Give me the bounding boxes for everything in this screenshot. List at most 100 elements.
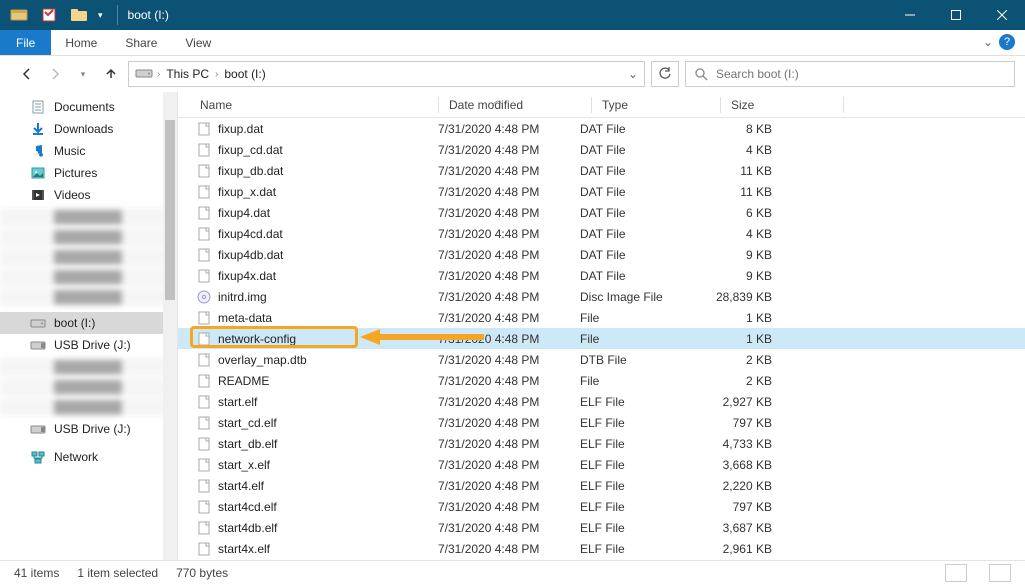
status-count: 41 items [14, 566, 59, 580]
file-row[interactable]: start.elf7/31/2020 4:48 PMELF File2,927 … [178, 391, 1025, 412]
nav-item-documents[interactable]: Documents [0, 96, 177, 118]
picture-icon [30, 165, 46, 181]
nav-item-downloads[interactable]: Downloads [0, 118, 177, 140]
nav-item-redacted[interactable]: ████████ [0, 398, 177, 416]
explorer-icon [8, 4, 30, 26]
network-icon [30, 449, 46, 465]
nav-item-redacted[interactable]: ████████ [0, 358, 177, 376]
file-icon [196, 247, 212, 263]
file-row[interactable]: network-config7/31/2020 4:48 PMFile1 KB [178, 328, 1025, 349]
file-icon [196, 499, 212, 515]
tab-file[interactable]: File [0, 30, 51, 55]
file-date: 7/31/2020 4:48 PM [438, 395, 580, 409]
file-size: 6 KB [698, 206, 772, 220]
file-icon [196, 289, 212, 305]
file-row[interactable]: start4db.elf7/31/2020 4:48 PMELF File3,6… [178, 517, 1025, 538]
nav-item-videos[interactable]: Videos [0, 184, 177, 206]
file-row[interactable]: overlay_map.dtb7/31/2020 4:48 PMDTB File… [178, 349, 1025, 370]
nav-item-boot-i-[interactable]: boot (I:) [0, 312, 177, 334]
file-row[interactable]: fixup4db.dat7/31/2020 4:48 PMDAT File9 K… [178, 244, 1025, 265]
minimize-button[interactable] [887, 0, 933, 30]
file-row[interactable]: fixup_db.dat7/31/2020 4:48 PMDAT File11 … [178, 160, 1025, 181]
search-input[interactable] [716, 67, 1006, 81]
tab-view[interactable]: View [171, 30, 225, 55]
file-name: fixup_cd.dat [218, 143, 283, 157]
file-icon [196, 394, 212, 410]
breadcrumb-root[interactable]: This PC [164, 67, 211, 81]
ribbon-expand-icon[interactable]: ⌄ [983, 35, 993, 49]
col-size[interactable]: Size [731, 98, 805, 112]
nav-item-redacted[interactable]: ████████ [0, 288, 177, 306]
qat-dropdown-icon[interactable]: ▾ [98, 10, 103, 21]
nav-item-pictures[interactable]: Pictures [0, 162, 177, 184]
back-button[interactable] [16, 63, 38, 85]
file-row[interactable]: fixup4x.dat7/31/2020 4:48 PMDAT File9 KB [178, 265, 1025, 286]
breadcrumb-current[interactable]: boot (I:) [222, 67, 267, 81]
file-type: File [580, 332, 698, 346]
file-row[interactable]: meta-data7/31/2020 4:48 PMFile1 KB [178, 307, 1025, 328]
file-row[interactable]: start_cd.elf7/31/2020 4:48 PMELF File797… [178, 412, 1025, 433]
maximize-button[interactable] [933, 0, 979, 30]
col-type[interactable]: Type [602, 98, 720, 112]
nav-scrollbar[interactable] [163, 92, 177, 560]
qat-folder-icon[interactable] [68, 4, 90, 26]
nav-item-music[interactable]: Music [0, 140, 177, 162]
nav-item-usb-drive-j-[interactable]: USB Drive (J:) [0, 334, 177, 356]
file-row[interactable]: start_db.elf7/31/2020 4:48 PMELF File4,7… [178, 433, 1025, 454]
file-row[interactable]: fixup_cd.dat7/31/2020 4:48 PMDAT File4 K… [178, 139, 1025, 160]
forward-button[interactable] [44, 63, 66, 85]
file-row[interactable]: fixup_x.dat7/31/2020 4:48 PMDAT File11 K… [178, 181, 1025, 202]
file-name: fixup4x.dat [218, 269, 276, 283]
col-date[interactable]: Date modified [449, 98, 591, 112]
nav-item-redacted[interactable]: ████████ [0, 268, 177, 286]
file-size: 11 KB [698, 164, 772, 178]
tab-home[interactable]: Home [51, 30, 111, 55]
title-bar: ▾ boot (I:) [0, 0, 1025, 30]
nav-item-label: Pictures [54, 166, 97, 180]
file-icon [196, 520, 212, 536]
address-dropdown-icon[interactable]: ⌄ [628, 67, 638, 81]
nav-item-redacted[interactable]: ████████ [0, 228, 177, 246]
recent-dropdown[interactable]: ▾ [72, 63, 94, 85]
help-icon[interactable]: ? [999, 34, 1015, 50]
file-date: 7/31/2020 4:48 PM [438, 206, 580, 220]
file-size: 2 KB [698, 374, 772, 388]
nav-item-redacted[interactable]: ████████ [0, 378, 177, 396]
nav-item-label: Videos [54, 188, 90, 202]
file-row[interactable]: start4cd.elf7/31/2020 4:48 PMELF File797… [178, 496, 1025, 517]
up-button[interactable] [100, 63, 122, 85]
close-button[interactable] [979, 0, 1025, 30]
search-box[interactable] [685, 61, 1015, 87]
drive-icon [30, 315, 46, 331]
nav-item-usb-drive-j-[interactable]: USB Drive (J:) [0, 418, 177, 440]
file-row[interactable]: start4.elf7/31/2020 4:48 PMELF File2,220… [178, 475, 1025, 496]
nav-item-redacted[interactable]: ████████ [0, 248, 177, 266]
nav-item-label: Downloads [54, 122, 113, 136]
file-row[interactable]: fixup4.dat7/31/2020 4:48 PMDAT File6 KB [178, 202, 1025, 223]
refresh-button[interactable] [651, 61, 679, 87]
address-bar[interactable]: › This PC › boot (I:) ⌄ [128, 61, 645, 87]
nav-item-label: Network [54, 450, 98, 464]
file-icon [196, 415, 212, 431]
file-size: 2,220 KB [698, 479, 772, 493]
col-name[interactable]: Name [196, 98, 438, 112]
nav-item-network[interactable]: Network [0, 446, 177, 468]
tab-share[interactable]: Share [111, 30, 171, 55]
qat-properties-icon[interactable] [38, 4, 60, 26]
file-date: 7/31/2020 4:48 PM [438, 416, 580, 430]
file-icon [196, 373, 212, 389]
file-type: ELF File [580, 479, 698, 493]
file-type: File [580, 374, 698, 388]
file-row[interactable]: README7/31/2020 4:48 PMFile2 KB [178, 370, 1025, 391]
file-row[interactable]: start4x.elf7/31/2020 4:48 PMELF File2,96… [178, 538, 1025, 559]
view-thumbnails-button[interactable] [989, 564, 1011, 582]
file-row[interactable]: fixup4cd.dat7/31/2020 4:48 PMDAT File4 K… [178, 223, 1025, 244]
view-details-button[interactable] [945, 564, 967, 582]
file-size: 3,687 KB [698, 521, 772, 535]
file-row[interactable]: start_x.elf7/31/2020 4:48 PMELF File3,66… [178, 454, 1025, 475]
file-date: 7/31/2020 4:48 PM [438, 353, 580, 367]
file-row[interactable]: initrd.img7/31/2020 4:48 PMDisc Image Fi… [178, 286, 1025, 307]
file-row[interactable]: fixup.dat7/31/2020 4:48 PMDAT File8 KB [178, 118, 1025, 139]
nav-item-redacted[interactable]: ████████ [0, 208, 177, 226]
file-type: DAT File [580, 122, 698, 136]
